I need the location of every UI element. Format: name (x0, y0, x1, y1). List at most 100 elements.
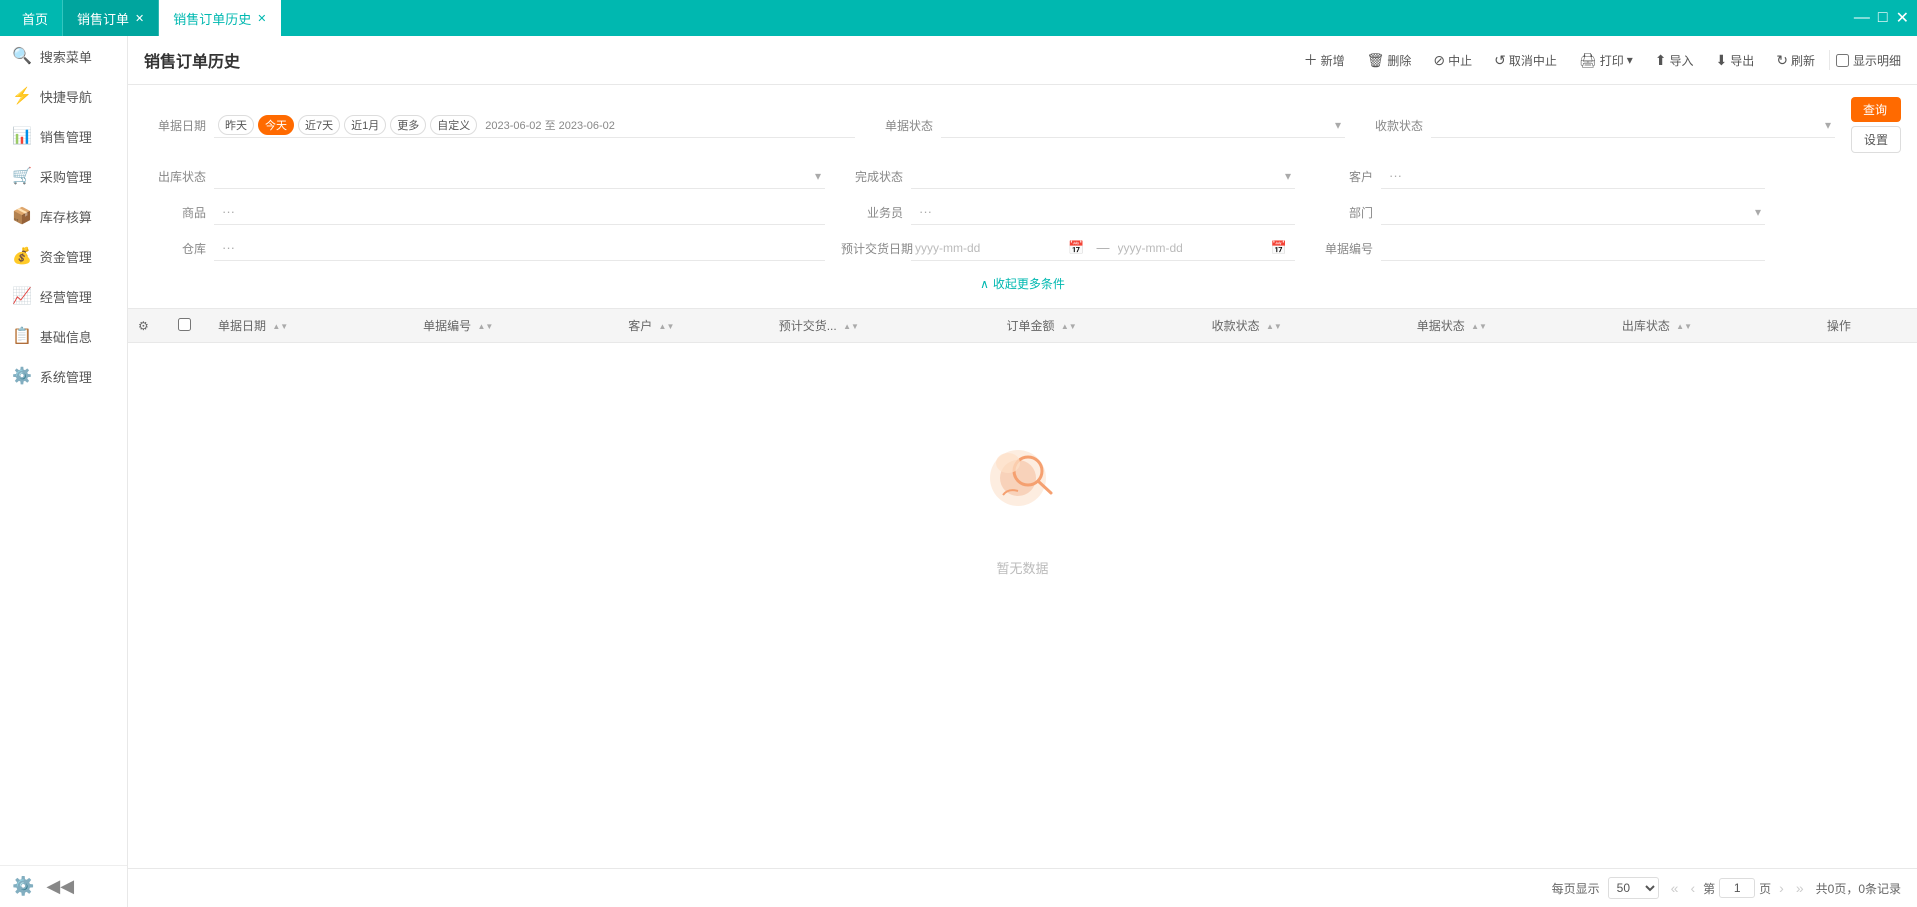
bill-status-label: 单据状态 (871, 117, 941, 134)
date-filter-value: 昨天 今天 近7天 近1月 更多 自定义 2023-06-02 至 2023-0… (214, 112, 855, 138)
topbar-maximize-button[interactable]: □ (1878, 9, 1888, 27)
payment-status-filter-value[interactable]: ▾ (1431, 112, 1835, 138)
query-button[interactable]: 查询 (1851, 97, 1901, 122)
stop-button[interactable]: ⊘ 中止 (1425, 48, 1480, 73)
sort-date-icon: ▲▼ (272, 322, 288, 331)
calendar-start-icon[interactable]: 📅 (1068, 240, 1084, 256)
department-filter-value[interactable]: ▾ (1381, 199, 1765, 225)
gear-icon[interactable]: ⚙ (138, 319, 149, 333)
sidebar-item-basic[interactable]: 📋 基础信息 (0, 316, 127, 356)
content-area: 销售订单历史 ＋ 新增 🗑 删除 ⊘ 中止 ↺ 取消中止 (128, 36, 1917, 907)
last-page-button[interactable]: » (1792, 878, 1808, 898)
date-dash: — (1097, 240, 1110, 255)
tab-sales-order-history[interactable]: 销售订单历史 ✕ (159, 0, 281, 36)
completion-status-filter-value[interactable]: ▾ (911, 163, 1295, 189)
sidebar-item-inventory[interactable]: 📦 库存核算 (0, 196, 127, 236)
expected-delivery-start-input[interactable] (915, 241, 1060, 255)
delete-button[interactable]: 🗑 删除 (1359, 48, 1420, 73)
topbar-minimize-button[interactable]: — (1854, 9, 1870, 27)
salesperson-filter-value[interactable]: ··· (911, 199, 1295, 225)
cancel-stop-button[interactable]: ↺ 取消中止 (1486, 48, 1565, 73)
select-all-checkbox[interactable] (178, 318, 191, 331)
expected-delivery-end-input[interactable] (1118, 241, 1263, 255)
warehouse-filter-value[interactable]: ··· (214, 235, 825, 261)
first-page-button[interactable]: « (1667, 878, 1683, 898)
export-button[interactable]: ⬇ 导出 (1707, 48, 1762, 73)
plus-icon: ＋ (1304, 50, 1318, 70)
bill-number-input[interactable] (1385, 241, 1761, 255)
product-dots[interactable]: ··· (218, 204, 239, 219)
sidebar-item-purchase-label: 采购管理 (40, 167, 92, 186)
delivery-status-arrow-icon: ▾ (815, 169, 821, 183)
sidebar-item-sales[interactable]: 📊 销售管理 (0, 116, 127, 156)
payment-status-select[interactable]: ▾ (1435, 118, 1831, 132)
show-detail-checkbox[interactable] (1836, 54, 1849, 67)
close-sales-order-tab[interactable]: ✕ (135, 12, 144, 25)
date-custom-btn[interactable]: 自定义 (430, 115, 477, 135)
print-dropdown-icon[interactable]: ▾ (1627, 53, 1633, 67)
completion-status-select[interactable]: ▾ (915, 169, 1291, 183)
customer-filter-value[interactable]: ··· (1381, 163, 1765, 189)
empty-row: 暂无数据 (128, 343, 1917, 658)
sidebar-item-system[interactable]: ⚙️ 系统管理 (0, 356, 127, 396)
sidebar-item-search[interactable]: 🔍 搜索菜单 (0, 36, 127, 76)
refresh-button[interactable]: ↻ 刷新 (1768, 48, 1823, 73)
delivery-status-filter-value[interactable]: ▾ (214, 163, 825, 189)
delivery-status-select[interactable]: ▾ (218, 169, 821, 183)
warehouse-dots[interactable]: ··· (218, 240, 239, 255)
collapse-row[interactable]: ∧ 收起更多条件 (144, 271, 1901, 296)
page-size-select[interactable]: 20 50 100 (1608, 877, 1659, 899)
show-detail-checkbox-label[interactable]: 显示明细 (1836, 52, 1901, 69)
filter-payment-status-item: 收款状态 ▾ (1361, 112, 1835, 138)
page-header: 销售订单历史 ＋ 新增 🗑 删除 ⊘ 中止 ↺ 取消中止 (128, 36, 1917, 85)
close-sales-history-tab[interactable]: ✕ (257, 12, 266, 25)
tab-sales-order[interactable]: 销售订单 ✕ (63, 0, 159, 36)
th-check[interactable] (168, 309, 208, 343)
settings-button[interactable]: 设置 (1851, 126, 1901, 153)
sidebar-item-quick-nav[interactable]: ⚡ 快捷导航 (0, 76, 127, 116)
page-number-input[interactable] (1719, 878, 1755, 898)
next-page-button[interactable]: › (1775, 878, 1788, 898)
operations-icon: 📈 (12, 286, 32, 306)
bill-number-filter-value[interactable] (1381, 235, 1765, 261)
th-delivery-status[interactable]: 出库状态 ▲▼ (1612, 309, 1817, 343)
print-button[interactable]: 🖨 打印 ▾ (1571, 48, 1641, 73)
sidebar-item-purchase[interactable]: 🛒 采购管理 (0, 156, 127, 196)
basic-icon: 📋 (12, 326, 32, 346)
page-size-label: 每页显示 (1552, 880, 1600, 897)
topbar-close-button[interactable]: ✕ (1896, 8, 1909, 28)
customer-dots[interactable]: ··· (1385, 168, 1406, 183)
prev-page-button[interactable]: ‹ (1686, 878, 1699, 898)
product-filter-value[interactable]: ··· (214, 199, 825, 225)
th-bill-status[interactable]: 单据状态 ▲▼ (1407, 309, 1612, 343)
sidebar-item-operations[interactable]: 📈 经营管理 (0, 276, 127, 316)
sort-delivery-status-icon: ▲▼ (1676, 322, 1692, 331)
bill-status-filter-value[interactable]: ▾ (941, 112, 1345, 138)
date-7days-btn[interactable]: 近7天 (298, 115, 340, 135)
import-button[interactable]: ⬆ 导入 (1647, 48, 1702, 73)
date-1month-btn[interactable]: 近1月 (344, 115, 386, 135)
new-button[interactable]: ＋ 新增 (1296, 46, 1353, 74)
date-today-btn[interactable]: 今天 (258, 115, 294, 135)
toolbar: ＋ 新增 🗑 删除 ⊘ 中止 ↺ 取消中止 🖨 打印 (1296, 46, 1901, 74)
bill-status-select[interactable]: ▾ (945, 118, 1341, 132)
calendar-end-icon[interactable]: 📅 (1271, 240, 1287, 256)
th-number[interactable]: 单据编号 ▲▼ (413, 309, 618, 343)
date-yesterday-btn[interactable]: 昨天 (218, 115, 254, 135)
th-date[interactable]: 单据日期 ▲▼ (208, 309, 413, 343)
sidebar-item-finance[interactable]: 💰 资金管理 (0, 236, 127, 276)
sort-payment-icon: ▲▼ (1266, 322, 1282, 331)
th-expected-delivery[interactable]: 预计交货... ▲▼ (769, 309, 997, 343)
date-more-btn[interactable]: 更多 (390, 115, 426, 135)
department-select[interactable]: ▾ (1385, 205, 1761, 219)
top-bar-right: — □ ✕ (1854, 8, 1909, 28)
th-gear[interactable]: ⚙ (128, 309, 168, 343)
th-payment-status[interactable]: 收款状态 ▲▼ (1202, 309, 1407, 343)
tab-home[interactable]: 首页 (8, 0, 63, 36)
salesperson-dots[interactable]: ··· (915, 204, 936, 219)
sidebar-collapse-icon[interactable]: ◀◀ (46, 876, 74, 897)
sidebar-bottom: ⚙️ ◀◀ (0, 865, 127, 907)
sidebar-settings-icon[interactable]: ⚙️ (12, 876, 34, 897)
th-customer[interactable]: 客户 ▲▼ (618, 309, 769, 343)
th-amount[interactable]: 订单金额 ▲▼ (997, 309, 1202, 343)
